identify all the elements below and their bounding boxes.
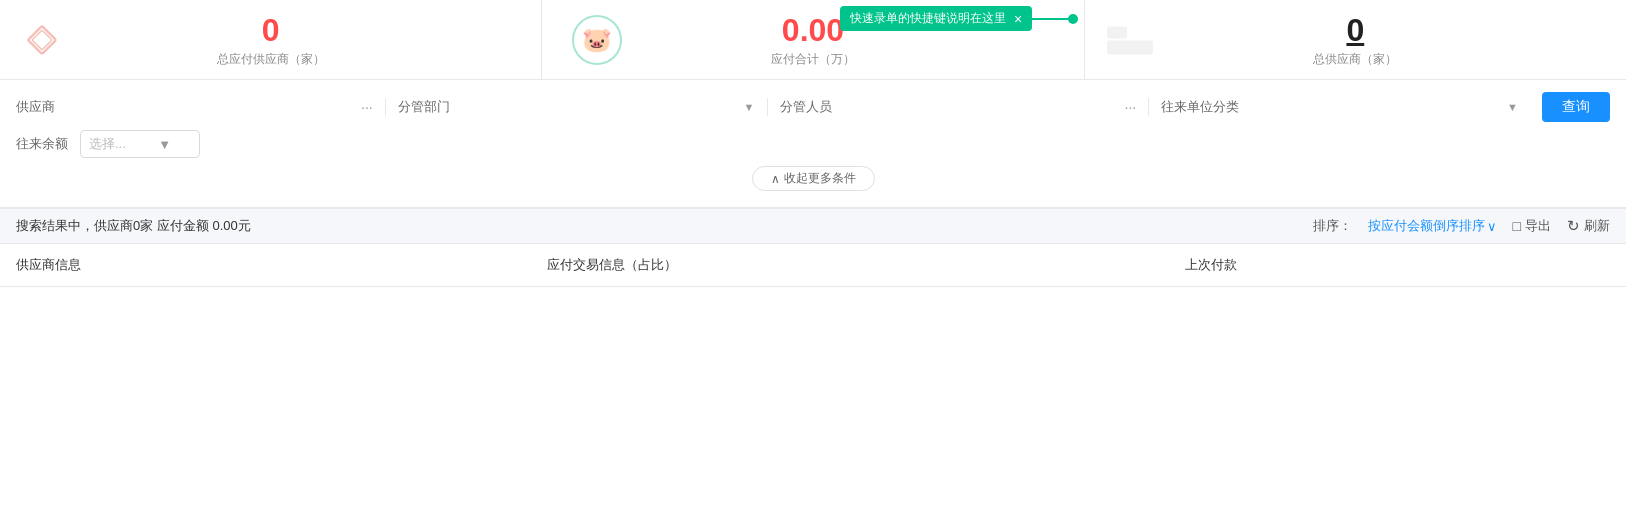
balance-label: 往来余额 [16, 135, 72, 153]
sort-label: 排序： [1313, 217, 1352, 235]
diamond-icon [20, 18, 64, 62]
query-button[interactable]: 查询 [1542, 92, 1610, 122]
collapse-row: ∧ 收起更多条件 [16, 162, 1610, 199]
supplier-input[interactable] [64, 100, 357, 115]
department-label: 分管部门 [398, 98, 450, 116]
results-actions: 排序： 按应付会额倒序排序 ∨ □ 导出 ↻ 刷新 [1313, 217, 1610, 235]
search-row-2: 往来余额 选择... ▼ [16, 130, 1610, 158]
balance-placeholder: 选择... [89, 135, 126, 153]
sort-value: 按应付会额倒序排序 [1368, 217, 1485, 235]
tooltip-connector-dot [1068, 14, 1078, 24]
supplier-dots[interactable]: ··· [361, 99, 373, 115]
svg-rect-3 [1107, 40, 1153, 54]
results-bar: 搜索结果中，供应商0家 应付金额 0.00元 排序： 按应付会额倒序排序 ∨ □… [0, 208, 1626, 244]
stat-total-payable-suppliers: 0 总应付供应商（家） [0, 0, 542, 79]
department-field: 分管部门 ▼ [386, 98, 768, 116]
total-suppliers-number: 0 [1346, 11, 1364, 49]
manager-label: 分管人员 [780, 98, 832, 116]
balance-arrow: ▼ [158, 137, 171, 152]
tooltip-text: 快速录单的快捷键说明在这里 [850, 10, 1006, 27]
sort-arrow: ∨ [1487, 219, 1497, 234]
stats-bar: 0 总应付供应商（家） 🐷 快速录单的快捷键说明在这里 × 0.00 应付合计（… [0, 0, 1626, 80]
supplier-field: 供应商 ··· [16, 98, 386, 116]
refresh-button[interactable]: ↻ 刷新 [1567, 217, 1610, 235]
manager-field: 分管人员 ··· [768, 98, 1150, 116]
tooltip-close-btn[interactable]: × [1014, 12, 1022, 26]
export-button[interactable]: □ 导出 [1513, 217, 1551, 235]
export-icon: □ [1513, 218, 1521, 234]
total-payable-label: 总应付供应商（家） [217, 51, 325, 68]
manager-input[interactable] [840, 100, 1121, 115]
department-input[interactable] [458, 100, 740, 115]
collapse-button[interactable]: ∧ 收起更多条件 [752, 166, 875, 191]
col-lastpay-header: 上次付款 [1185, 256, 1610, 274]
col-supplier-header: 供应商信息 [16, 256, 547, 274]
col-transaction-header: 应付交易信息（占比） [547, 256, 1185, 274]
search-bar: 供应商 ··· 分管部门 ▼ 分管人员 ··· 往来单位分类 ▼ 查询 往来余额… [0, 80, 1626, 208]
refresh-label: 刷新 [1584, 217, 1610, 235]
tooltip-badge: 快速录单的快捷键说明在这里 × [840, 6, 1032, 31]
stat-total-suppliers: 0 总供应商（家） [1085, 0, 1626, 79]
table-header: 供应商信息 应付交易信息（占比） 上次付款 [0, 244, 1626, 287]
refresh-icon: ↻ [1567, 217, 1580, 235]
category-field: 往来单位分类 ▼ [1149, 98, 1530, 116]
category-input[interactable] [1247, 100, 1503, 115]
category-label: 往来单位分类 [1161, 98, 1239, 116]
stat-payable-total: 🐷 快速录单的快捷键说明在这里 × 0.00 应付合计（万） [542, 0, 1084, 79]
payable-total-label: 应付合计（万） [771, 51, 855, 68]
piggy-icon-wrapper: 🐷 [572, 15, 622, 65]
balance-select[interactable]: 选择... ▼ [80, 130, 200, 158]
piggy-icon: 🐷 [572, 15, 622, 65]
collapse-up-icon: ∧ [771, 172, 780, 186]
department-arrow[interactable]: ▼ [744, 101, 755, 113]
table-body [0, 287, 1626, 515]
export-label: 导出 [1525, 217, 1551, 235]
sort-select[interactable]: 按应付会额倒序排序 ∨ [1368, 217, 1497, 235]
category-arrow[interactable]: ▼ [1507, 101, 1518, 113]
total-payable-number: 0 [262, 11, 280, 49]
total-suppliers-label: 总供应商（家） [1313, 51, 1397, 68]
results-info: 搜索结果中，供应商0家 应付金额 0.00元 [16, 217, 251, 235]
manager-dots[interactable]: ··· [1125, 99, 1137, 115]
search-row-1: 供应商 ··· 分管部门 ▼ 分管人员 ··· 往来单位分类 ▼ 查询 [16, 92, 1610, 122]
supplier-label: 供应商 [16, 98, 56, 116]
svg-rect-2 [1107, 26, 1127, 38]
collapse-label: 收起更多条件 [784, 170, 856, 187]
payable-total-number: 0.00 [782, 11, 844, 49]
